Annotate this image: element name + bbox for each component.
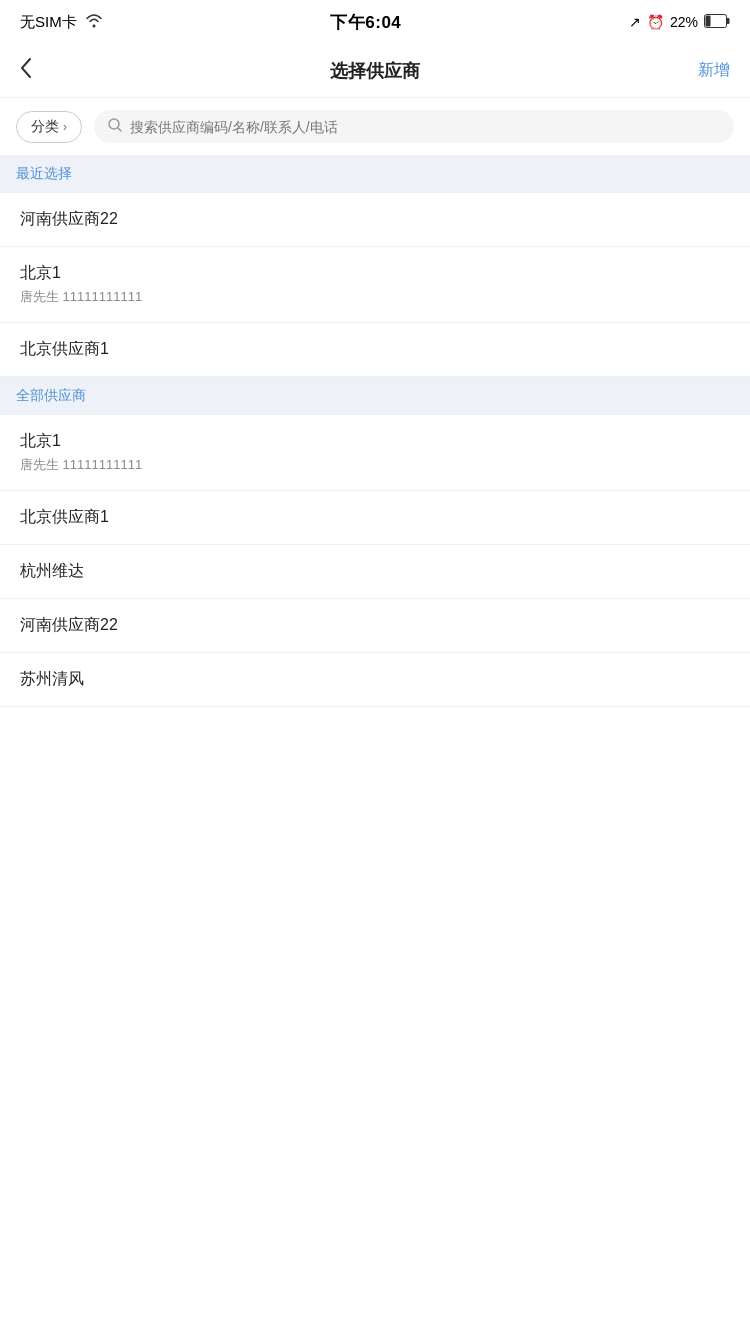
nav-bar: 选择供应商 新增 [0,44,750,98]
chevron-right-icon: › [63,120,67,134]
category-label: 分类 [31,118,59,136]
wifi-icon [85,14,103,31]
svg-rect-2 [705,15,710,26]
list-item[interactable]: 苏州清风 [0,653,750,707]
item-name: 杭州维达 [20,561,730,582]
battery-text: 22% [670,14,698,30]
item-name: 北京1 [20,431,730,452]
list-item[interactable]: 河南供应商22 [0,193,750,247]
item-sub: 唐先生 11111111111 [20,456,730,474]
battery-icon [704,14,730,31]
recent-items-list: 河南供应商22 北京1 唐先生 11111111111 北京供应商1 [0,193,750,377]
search-icon [108,118,122,135]
alarm-icon: ⏰ [647,14,664,30]
category-button[interactable]: 分类 › [16,111,82,143]
search-input[interactable] [130,119,720,135]
item-name: 苏州清风 [20,669,730,690]
list-item[interactable]: 北京供应商1 [0,491,750,545]
item-name: 北京供应商1 [20,507,730,528]
svg-rect-1 [726,18,729,24]
status-right: ↗ ⏰ 22% [629,14,730,31]
all-items-list: 北京1 唐先生 11111111111 北京供应商1 杭州维达河南供应商22 苏州清风 [0,415,750,707]
location-icon: ↗ [629,14,641,30]
list-item[interactable]: 杭州维达 [0,545,750,599]
add-button[interactable]: 新增 [698,60,730,81]
page-title: 选择供应商 [330,59,420,83]
list-item[interactable]: 河南供应商22 [0,599,750,653]
item-name: 北京供应商1 [20,339,730,360]
all-section-header: 全部供应商 [0,377,750,415]
item-name: 河南供应商22 [20,209,730,230]
list-item[interactable]: 北京1 唐先生 11111111111 [0,415,750,491]
item-name: 河南供应商22 [20,615,730,636]
item-name: 北京1 [20,263,730,284]
item-sub: 唐先生 11111111111 [20,288,730,306]
status-time: 下午6:04 [330,11,401,34]
status-bar: 无SIM卡 下午6:04 ↗ ⏰ 22% [0,0,750,44]
filter-bar: 分类 › [0,98,750,155]
recent-section-header: 最近选择 [0,155,750,193]
back-button[interactable] [12,49,40,93]
list-item[interactable]: 北京供应商1 [0,323,750,377]
search-box [94,110,734,143]
list-item[interactable]: 北京1 唐先生 11111111111 [0,247,750,323]
status-left: 无SIM卡 [20,13,103,32]
carrier-text: 无SIM卡 [20,13,77,32]
